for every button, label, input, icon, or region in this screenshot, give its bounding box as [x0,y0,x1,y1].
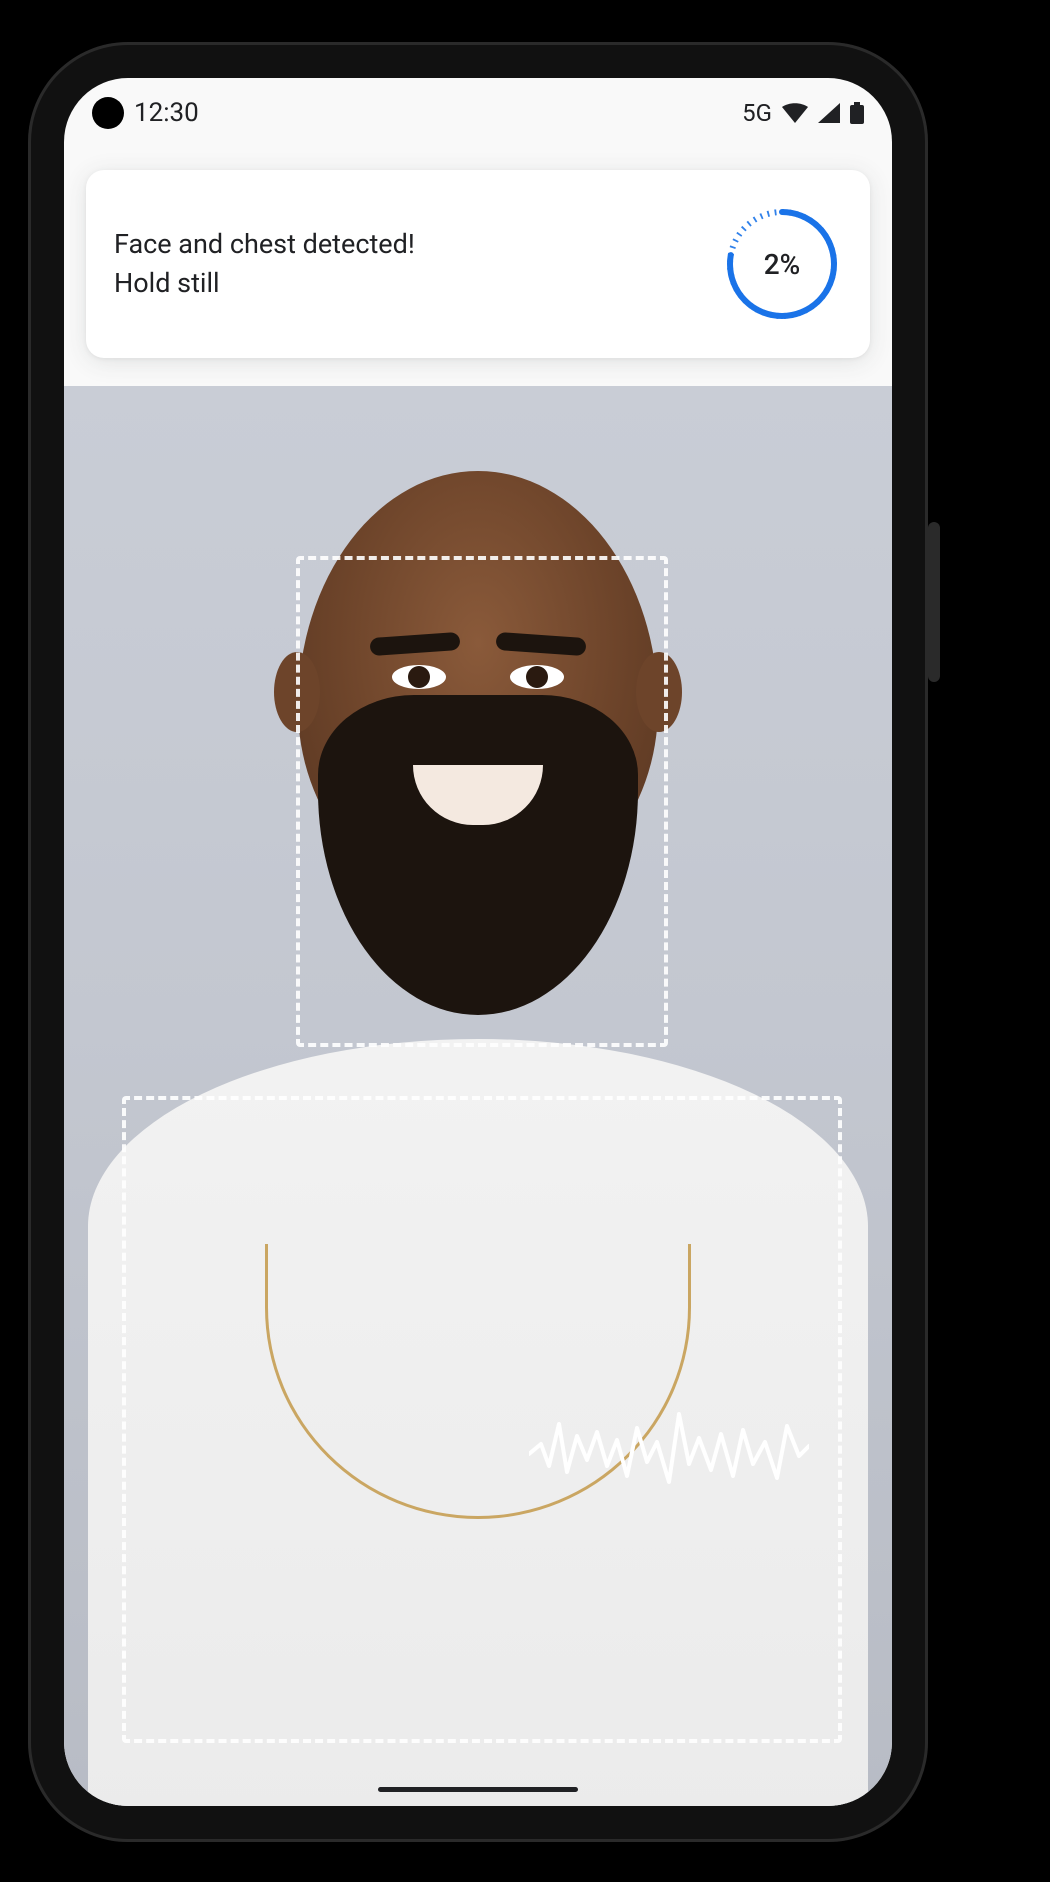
detection-status-line2: Hold still [114,264,698,303]
battery-icon [850,102,864,124]
status-icons: 5G [742,99,864,127]
status-time: 12:30 [134,98,199,128]
home-indicator[interactable] [378,1787,578,1792]
phone-frame: 12:30 5G [28,42,928,1842]
camera-feed[interactable] [64,386,892,1806]
detection-status-text: Face and chest detected! Hold still [114,225,698,303]
cellular-signal-icon [818,103,840,123]
face-detection-box [296,556,668,1047]
vitals-waveform [529,1394,809,1494]
detection-status-line1: Face and chest detected! [114,225,698,264]
network-type-label: 5G [742,99,772,127]
front-camera-hole [92,97,124,129]
phone-screen: 12:30 5G [64,78,892,1806]
status-bar: 12:30 5G [64,78,892,148]
wifi-icon [782,103,808,123]
header-area: Face and chest detected! Hold still 2% [64,148,892,386]
scan-progress-ring: 2% [722,204,842,324]
detection-status-card: Face and chest detected! Hold still 2% [86,170,870,358]
background-noise [930,0,1050,1882]
scan-progress-percent: 2% [722,204,842,324]
